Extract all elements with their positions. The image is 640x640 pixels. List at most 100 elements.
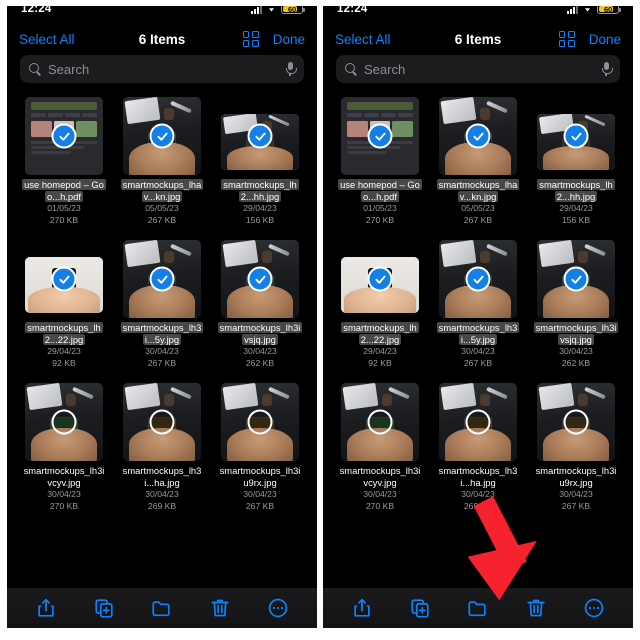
cellular-signal-icon: [567, 6, 578, 14]
file-size: 269 KB: [463, 501, 493, 511]
file-thumbnail[interactable]: [221, 97, 299, 175]
wifi-icon: [582, 6, 593, 14]
unselected-circle-icon[interactable]: [149, 409, 175, 435]
file-cell[interactable]: smartmockups_lh3ivsjq.jpg 30/04/23 262 KB: [529, 240, 623, 369]
more-circle-icon[interactable]: [267, 597, 289, 619]
folder-icon[interactable]: [467, 597, 489, 619]
unselected-circle-icon[interactable]: [465, 409, 491, 435]
file-thumbnail[interactable]: [123, 97, 201, 175]
file-name-text: smartmockups_lhav...kn.jpg: [436, 179, 520, 202]
file-thumbnail[interactable]: [439, 240, 517, 318]
grid-view-icon[interactable]: [558, 31, 575, 47]
file-thumbnail[interactable]: [341, 97, 419, 175]
file-date: 01/05/23: [47, 203, 81, 213]
search-input[interactable]: Search: [48, 62, 278, 77]
selected-check-icon[interactable]: [465, 123, 491, 149]
duplicate-icon[interactable]: [409, 597, 431, 619]
file-thumbnail[interactable]: [123, 383, 201, 461]
file-cell[interactable]: smartmockups_lh3i...ha.jpg 30/04/23 269 KB: [431, 383, 525, 512]
wifi-icon: [266, 6, 277, 14]
share-icon[interactable]: [35, 597, 57, 619]
file-date: 30/04/23: [243, 489, 277, 499]
file-cell[interactable]: use homepod – Goo...h.pdf 01/05/23 270 KB: [333, 97, 427, 226]
search-input[interactable]: Search: [364, 62, 594, 77]
file-thumbnail[interactable]: [25, 383, 103, 461]
trash-icon[interactable]: [209, 597, 231, 619]
file-thumbnail[interactable]: [341, 240, 419, 318]
more-circle-icon[interactable]: [583, 597, 605, 619]
selected-check-icon[interactable]: [149, 123, 175, 149]
unselected-circle-icon[interactable]: [563, 409, 589, 435]
selected-check-icon[interactable]: [247, 266, 273, 292]
file-thumbnail[interactable]: [341, 383, 419, 461]
folder-icon[interactable]: [151, 597, 173, 619]
selected-check-icon[interactable]: [367, 266, 393, 292]
selected-check-icon[interactable]: [563, 266, 589, 292]
file-thumbnail[interactable]: [221, 383, 299, 461]
file-thumbnail[interactable]: [537, 383, 615, 461]
file-thumbnail[interactable]: [537, 97, 615, 175]
selected-check-icon[interactable]: [51, 266, 77, 292]
file-size: 267 KB: [245, 501, 275, 511]
file-cell[interactable]: smartmockups_lh3i...5y.jpg 30/04/23 267 KB: [431, 240, 525, 369]
file-date: 29/04/23: [243, 203, 277, 213]
file-cell[interactable]: smartmockups_lh2...hh.jpg 29/04/23 156 KB: [529, 97, 623, 226]
duplicate-icon[interactable]: [93, 597, 115, 619]
unselected-circle-icon[interactable]: [367, 409, 393, 435]
file-size: 267 KB: [561, 501, 591, 511]
microphone-icon[interactable]: [601, 62, 613, 76]
file-thumbnail[interactable]: [439, 383, 517, 461]
grid-view-icon[interactable]: [242, 31, 259, 47]
search-container: Search: [7, 55, 317, 93]
select-all-button[interactable]: Select All: [335, 32, 391, 47]
done-button[interactable]: Done: [589, 32, 621, 47]
file-cell[interactable]: smartmockups_lh3i...5y.jpg 30/04/23 267 KB: [115, 240, 209, 369]
file-name: smartmockups_lh3i...ha.jpg: [119, 465, 205, 488]
unselected-circle-icon[interactable]: [247, 409, 273, 435]
file-cell[interactable]: smartmockups_lh3iu9rx.jpg 30/04/23 267 KB: [213, 383, 307, 512]
bottom-toolbar-left: [7, 588, 317, 628]
status-time: 12:24: [337, 6, 368, 15]
selected-check-icon[interactable]: [149, 266, 175, 292]
share-icon[interactable]: [351, 597, 373, 619]
file-cell[interactable]: smartmockups_lh3ivcyv.jpg 30/04/23 270 KB: [17, 383, 111, 512]
selected-check-icon[interactable]: [563, 123, 589, 149]
file-thumbnail[interactable]: [123, 240, 201, 318]
trash-icon[interactable]: [525, 597, 547, 619]
file-name-text: smartmockups_lh3iu9rx.jpg: [219, 465, 301, 488]
file-cell[interactable]: smartmockups_lh3i...ha.jpg 30/04/23 269 KB: [115, 383, 209, 512]
selected-check-icon[interactable]: [465, 266, 491, 292]
file-name: smartmockups_lh2...hh.jpg: [217, 179, 303, 202]
select-all-button[interactable]: Select All: [19, 32, 75, 47]
file-thumbnail[interactable]: [439, 97, 517, 175]
search-bar[interactable]: Search: [20, 55, 304, 83]
file-cell[interactable]: smartmockups_lh2...hh.jpg 29/04/23 156 KB: [213, 97, 307, 226]
file-cell[interactable]: smartmockups_lh2...22.jpg 29/04/23 92 KB: [17, 240, 111, 369]
file-name: use homepod – Goo...h.pdf: [21, 179, 107, 202]
search-bar[interactable]: Search: [336, 55, 620, 83]
done-button[interactable]: Done: [273, 32, 305, 47]
file-date: 29/04/23: [559, 203, 593, 213]
file-size: 156 KB: [561, 215, 591, 225]
file-date: 30/04/23: [243, 346, 277, 356]
file-cell[interactable]: use homepod – Goo...h.pdf 01/05/23 270 KB: [17, 97, 111, 226]
selected-check-icon[interactable]: [51, 123, 77, 149]
file-cell[interactable]: smartmockups_lh2...22.jpg 29/04/23 92 KB: [333, 240, 427, 369]
file-thumbnail[interactable]: [537, 240, 615, 318]
file-thumbnail[interactable]: [25, 97, 103, 175]
file-cell[interactable]: smartmockups_lh3ivsjq.jpg 30/04/23 262 KB: [213, 240, 307, 369]
file-cell[interactable]: smartmockups_lh3ivcyv.jpg 30/04/23 270 KB: [333, 383, 427, 512]
file-cell[interactable]: smartmockups_lhav...kn.jpg 05/05/23 267 KB: [431, 97, 525, 226]
selected-check-icon[interactable]: [247, 123, 273, 149]
file-thumbnail[interactable]: [25, 240, 103, 318]
unselected-circle-icon[interactable]: [51, 409, 77, 435]
file-cell[interactable]: smartmockups_lh3iu9rx.jpg 30/04/23 267 KB: [529, 383, 623, 512]
selected-check-icon[interactable]: [367, 123, 393, 149]
file-size: 267 KB: [463, 215, 493, 225]
file-thumbnail[interactable]: [221, 240, 299, 318]
file-name-text: smartmockups_lh3ivsjq.jpg: [533, 322, 619, 345]
microphone-icon[interactable]: [285, 62, 297, 76]
file-name: smartmockups_lhav...kn.jpg: [435, 179, 521, 202]
file-cell[interactable]: smartmockups_lhav...kn.jpg 05/05/23 267 KB: [115, 97, 209, 226]
status-bar: 12:24 60: [7, 6, 317, 23]
